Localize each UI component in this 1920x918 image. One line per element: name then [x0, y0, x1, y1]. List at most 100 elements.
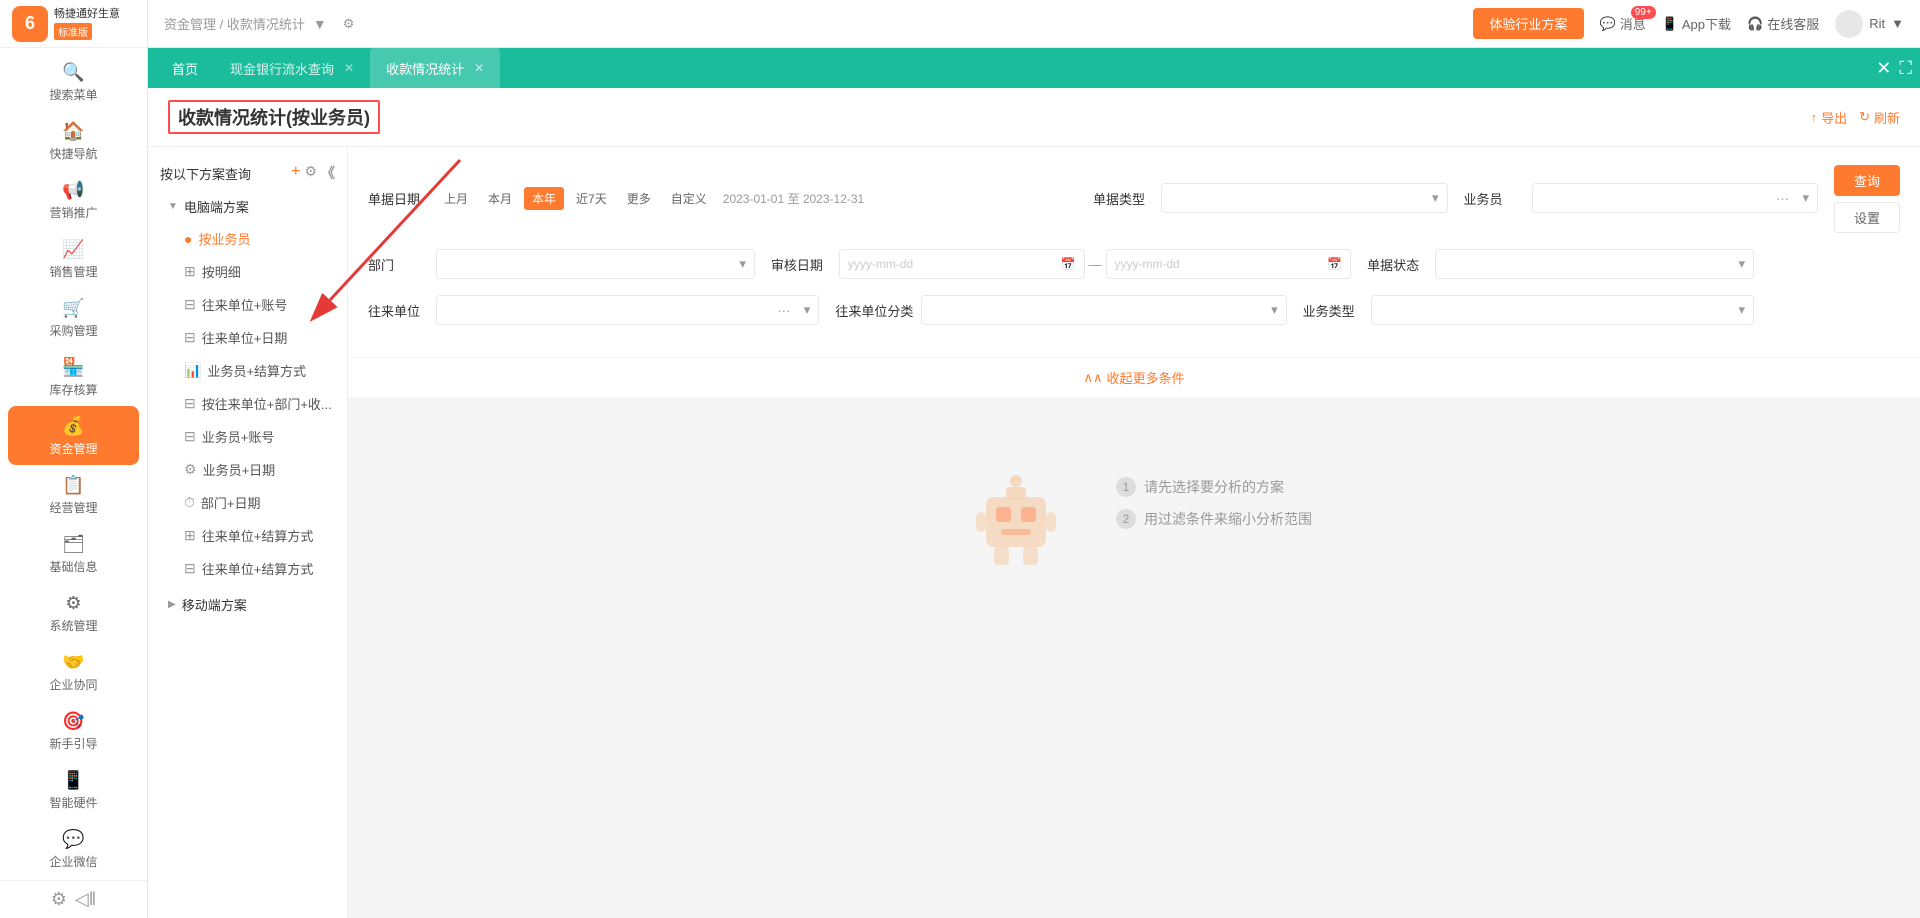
filter-item-counterpart-category: 往来单位分类 ▾	[835, 295, 1286, 325]
tip-num-2: 2	[1116, 509, 1136, 529]
salesperson-select[interactable]: ··· ▾	[1532, 183, 1819, 213]
tab-receipt-stats-close-icon[interactable]: ✕	[474, 61, 484, 75]
scheme-item-salesperson-account[interactable]: ⊟ 业务员+账号	[148, 420, 347, 453]
sidebar-item-purchase[interactable]: 🛒 采购管理	[0, 288, 147, 347]
app-download-item[interactable]: 📱 App下载	[1662, 14, 1731, 33]
date-tab-last-month[interactable]: 上月	[436, 187, 476, 210]
empty-content: 1 请先选择要分析的方案 2 用过滤条件来缩小分析范围	[956, 457, 1312, 577]
settings-button[interactable]: 设置	[1834, 202, 1900, 233]
user-area[interactable]: Rit ▼	[1835, 10, 1904, 38]
search-icon: 🔍	[62, 62, 84, 83]
scheme-item-counterpart-account[interactable]: ⊟ 往来单位+账号	[148, 288, 347, 321]
doc-status-select[interactable]: ▾	[1435, 249, 1754, 279]
review-date-range: yyyy-mm-dd 📅 — yyyy-mm-dd 📅	[839, 249, 1351, 279]
tab-receipt-stats[interactable]: 收款情况统计 ✕	[370, 48, 500, 88]
filter-row-1: 单据日期 上月 本月 本年 近7天 更多 自定义	[368, 163, 1900, 233]
breadcrumb-dropdown-icon[interactable]: ▼	[313, 16, 327, 32]
guide-icon: 🎯	[62, 711, 84, 732]
scheme-item-salesperson-date[interactable]: ⚙ 业务员+日期	[148, 453, 347, 486]
sidebar-item-quicknav[interactable]: 🏠 快捷导航	[0, 111, 147, 170]
date-tab-more[interactable]: 更多	[619, 187, 659, 210]
sidebar-item-label: 企业微信	[49, 853, 97, 870]
counterpart-select[interactable]: ··· ▾	[436, 295, 819, 325]
export-button[interactable]: ↑ 导出	[1811, 108, 1848, 127]
trial-button[interactable]: 体验行业方案	[1473, 8, 1583, 39]
tab-bank-flow[interactable]: 现金银行流水查询 ✕	[214, 48, 370, 88]
business-type-select[interactable]: ▾	[1371, 295, 1754, 325]
tab-bar: 首页 现金银行流水查询 ✕ 收款情况统计 ✕ ✕ ⛶	[148, 48, 1920, 88]
sidebar-item-management[interactable]: 📋 经营管理	[0, 465, 147, 524]
date-label: 单据日期	[368, 189, 428, 208]
refresh-label: 刷新	[1874, 108, 1900, 127]
scheme-item-label: 往来单位+结算方式	[202, 559, 314, 578]
date-tab-this-year[interactable]: 本年	[524, 187, 564, 210]
salesperson-dots-icon[interactable]: ···	[1776, 191, 1789, 206]
sidebar-nav: 🔍 搜索菜单 🏠 快捷导航 📢 营销推广 📈 销售管理 🛒 采购管理 🏪 库存核…	[0, 48, 147, 880]
scheme-section-pc-title[interactable]: ▼ 电脑端方案	[148, 191, 347, 222]
filter-panel: 单据日期 上月 本月 本年 近7天 更多 自定义	[348, 147, 1920, 918]
counterpart-category-chevron-icon: ▾	[1271, 302, 1278, 318]
logo-text-block: 畅捷通好生意 标准版	[54, 7, 120, 40]
scheme-item-counterpart-settlement2[interactable]: ⊟ 往来单位+结算方式	[148, 552, 347, 585]
filter-item-review-date: 审核日期 yyyy-mm-dd 📅 — yyyy-mm-dd 📅	[771, 249, 1351, 279]
dept-select[interactable]: ▾	[436, 249, 755, 279]
scheme-item-by-salesperson[interactable]: ● 按业务员	[148, 222, 347, 255]
doc-type-select[interactable]: ▾	[1161, 183, 1448, 213]
sidebar-item-label: 经营管理	[49, 499, 97, 516]
tab-maximize-icon[interactable]: ⛶	[1899, 58, 1912, 79]
collapse-more-btn[interactable]: ∧∧ 收起更多条件	[348, 357, 1920, 397]
export-icon: ↑	[1811, 110, 1818, 125]
sidebar-item-sales[interactable]: 📈 销售管理	[0, 229, 147, 288]
scheme-header: 按以下方案查询 + ⚙ 《	[148, 155, 347, 191]
scheme-item-salesperson-settlement[interactable]: 📊 业务员+结算方式	[148, 354, 347, 387]
sidebar-item-wechat[interactable]: 💬 企业微信	[0, 819, 147, 878]
date-from: 2023-01-01	[723, 192, 784, 206]
sidebar-item-search[interactable]: 🔍 搜索菜单	[0, 52, 147, 111]
settings-gear-icon[interactable]: ⚙	[343, 16, 355, 32]
app-logo: 6 畅捷通好生意 标准版	[0, 0, 147, 48]
review-date-to-input[interactable]: yyyy-mm-dd 📅	[1106, 249, 1352, 279]
date-tab-this-month[interactable]: 本月	[480, 187, 520, 210]
counterpart-label: 往来单位	[368, 301, 428, 320]
scheme-item-label: 部门+日期	[201, 493, 261, 512]
collapse-sidebar-icon[interactable]: ◁‖	[75, 889, 96, 910]
tab-bank-flow-close-icon[interactable]: ✕	[344, 61, 354, 75]
message-item[interactable]: 💬 消息 99+	[1600, 14, 1646, 33]
settings-bottom-icon[interactable]: ⚙	[51, 889, 67, 910]
date-range-display: 2023-01-01 至 2023-12-31	[723, 190, 864, 207]
scheme-item-dept-date[interactable]: ⏱ 部门+日期	[148, 486, 347, 519]
tab-close-all-icon[interactable]: ✕	[1876, 58, 1891, 79]
sidebar-item-system[interactable]: ⚙ 系统管理	[0, 583, 147, 642]
sidebar-item-marketing[interactable]: 📢 营销推广	[0, 170, 147, 229]
sidebar-item-guide[interactable]: 🎯 新手引导	[0, 701, 147, 760]
tab-home[interactable]: 首页	[156, 48, 214, 88]
scheme-item-label: 按往来单位+部门+收...	[202, 394, 332, 413]
scheme-item-counterpart-settlement1[interactable]: ⊞ 往来单位+结算方式	[148, 519, 347, 552]
counterpart-dots-icon[interactable]: ···	[777, 303, 790, 318]
sidebar-item-hardware[interactable]: 📱 智能硬件	[0, 760, 147, 819]
scheme-collapse-icon[interactable]: 《	[321, 163, 335, 183]
date-tab-7days[interactable]: 近7天	[568, 187, 615, 210]
scheme-item-counterpart-date[interactable]: ⊟ 往来单位+日期	[148, 321, 347, 354]
scheme-section-mobile: ▶ 移动端方案	[148, 589, 347, 624]
sidebar-item-inventory[interactable]: 🏪 库存核算	[0, 347, 147, 406]
tab-bar-right: ✕ ⛶	[1876, 58, 1912, 79]
sidebar-item-basic[interactable]: 🗂 基础信息	[0, 524, 147, 583]
sidebar-item-finance[interactable]: 💰 资金管理	[8, 406, 139, 465]
date-tab-custom[interactable]: 自定义	[663, 187, 715, 210]
item-icon: ⏱	[184, 494, 195, 511]
scheme-section-mobile-title[interactable]: ▶ 移动端方案	[148, 589, 347, 620]
review-date-from-input[interactable]: yyyy-mm-dd 📅	[839, 249, 1085, 279]
sidebar-item-collab[interactable]: 🤝 企业协同	[0, 642, 147, 701]
online-service-item[interactable]: 🎧 在线客服	[1747, 14, 1819, 33]
doc-type-chevron-icon: ▾	[1432, 190, 1439, 206]
scheme-settings-icon[interactable]: ⚙	[304, 163, 317, 183]
scheme-item-detail[interactable]: ⊞ 按明细	[148, 255, 347, 288]
counterpart-category-select[interactable]: ▾	[921, 295, 1286, 325]
query-button[interactable]: 查询	[1834, 165, 1900, 196]
refresh-button[interactable]: ↻ 刷新	[1859, 108, 1900, 127]
scheme-item-label: 按明细	[202, 262, 241, 281]
scheme-item-counterpart-dept[interactable]: ⊟ 按往来单位+部门+收...	[148, 387, 347, 420]
scheme-section-pc: ▼ 电脑端方案 ● 按业务员 ⊞ 按明细 ⊟ 往来单位+账号	[148, 191, 347, 589]
scheme-add-icon[interactable]: +	[291, 163, 300, 183]
